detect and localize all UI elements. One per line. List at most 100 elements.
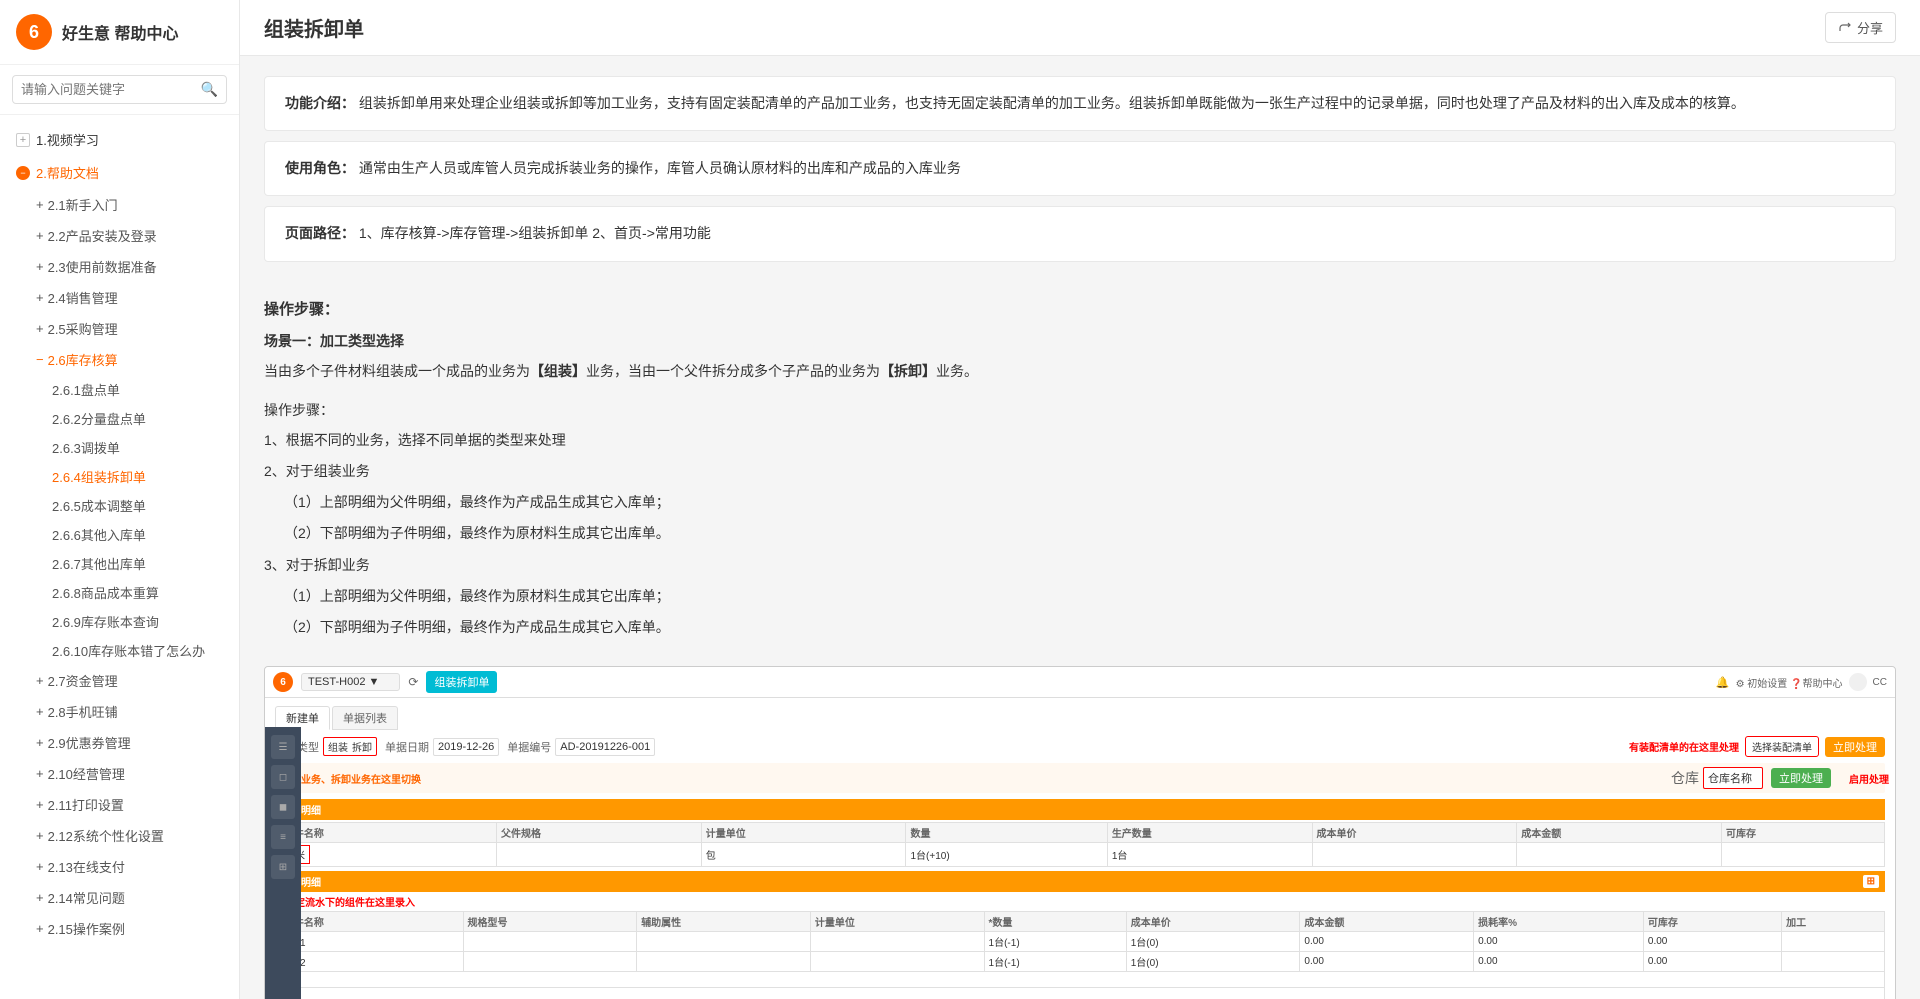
circle-minus-icon: − <box>36 352 44 367</box>
mock-bell-icon: 🔔 <box>1716 676 1730 689</box>
mock-activate-label: 立即处理 <box>1779 773 1823 785</box>
step3-sub1: （1）上部明细为父件明细，最终作为原材料生成其它出库单； <box>284 584 1896 609</box>
mock-td2-attr-2 <box>637 952 811 972</box>
search-box: 🔍 <box>12 75 227 104</box>
sidebar-item-inventory[interactable]: − 2.6库存核算 <box>36 344 239 375</box>
path-label: 页面路径： <box>285 225 355 241</box>
mock-th2-loss: 损耗率% <box>1474 912 1644 932</box>
mock-td2-name-1: 物料1 <box>276 932 464 952</box>
mock-tabs: 新建单 单据列表 <box>275 706 1885 730</box>
plus-icon: + <box>36 704 44 719</box>
mock-empty-row-4 <box>276 988 1885 999</box>
sidebar-item-sales[interactable]: + 2.4销售管理 <box>36 282 239 313</box>
sidebar-item-data-prep[interactable]: + 2.3使用前数据准备 <box>36 251 239 282</box>
mock-th2-spec: 规格型号 <box>463 912 637 932</box>
plus-icon: + <box>36 921 44 936</box>
nav-section-docs: − 2.帮助文档 + 2.1新手入门 + 2.2产品安装及登录 + 2.3使用前… <box>0 156 239 944</box>
mock-table1-header: 父件明细 <box>275 799 1885 820</box>
plus-icon: + <box>36 259 44 274</box>
sidebar-item-purchase[interactable]: + 2.5采购管理 <box>36 313 239 344</box>
mock-warehouse-label: 仓库 <box>1671 768 1699 788</box>
mock-type-opt1[interactable]: 组装 <box>328 739 348 754</box>
sidebar-item-inv-264[interactable]: 2.6.4组装拆卸单 <box>52 462 239 491</box>
mock-bom-area: 有装配清单的在这里处理 选择装配清单 立即处理 <box>663 736 1885 757</box>
path-block: 页面路径： 1、库存核算->库存管理->组装拆卸单 2、首页->常用功能 <box>264 206 1896 261</box>
mock-td2-cprice-1: 1台(0) <box>1126 932 1300 952</box>
mock-module-label: 组装拆卸单 <box>434 677 489 689</box>
mock-table2-header: 子件明细 ⊞ <box>275 871 1885 892</box>
mock-activate-btn[interactable]: 立即处理 <box>1771 768 1831 788</box>
sidebar-item-print[interactable]: + 2.11打印设置 <box>36 789 239 820</box>
share-button[interactable]: 分享 <box>1825 12 1896 43</box>
mock-table2-body: 物料1 1台(-1) 1台(0) 0.00 0.00 0.00 <box>276 932 1885 999</box>
mock-th-stock: 可库存 <box>1721 823 1884 843</box>
search-icon[interactable]: 🔍 <box>201 81 218 98</box>
plus-icon: + <box>36 859 44 874</box>
sidebar-item-mobile[interactable]: + 2.8手机旺铺 <box>36 696 239 727</box>
mock-type-opt2[interactable]: 拆卸 <box>352 739 372 754</box>
table-row: 物料2 1台(-1) 1台(0) 0.00 0.00 0.00 <box>276 952 1885 972</box>
mock-table2: *子件名称 规格型号 辅助属性 计量单位 *数量 成本单价 成本金额 损耗率% … <box>275 911 1885 999</box>
plus-icon: + <box>36 228 44 243</box>
plus-icon: + <box>36 797 44 812</box>
scenario1-title: 场景一：加工类型选择 <box>264 331 1896 351</box>
circle-minus-icon: − <box>16 166 30 180</box>
mock-td2-stock-2: 0.00 <box>1643 952 1781 972</box>
sidebar-item-newbie[interactable]: + 2.1新手入门 <box>36 189 239 220</box>
sidebar-item-inv-267[interactable]: 2.6.7其他出库单 <box>52 549 239 578</box>
sidebar-item-operation[interactable]: + 2.10经营管理 <box>36 758 239 789</box>
mock-table2-header-row: *子件名称 规格型号 辅助属性 计量单位 *数量 成本单价 成本金额 损耗率% … <box>276 912 1885 932</box>
sidebar-item-inv-2610[interactable]: 2.6.10库存账本错了怎么办 <box>52 636 239 665</box>
mock-company-select[interactable]: TEST-H002 ▼ <box>301 673 400 691</box>
main-area: 组装拆卸单 分享 功能介绍： 组装拆卸单用来处理企业组装或拆卸等加工业务，支持有… <box>240 0 1920 999</box>
sidebar-item-finance[interactable]: + 2.7资金管理 <box>36 665 239 696</box>
mock-th2-cost-price: 成本单价 <box>1126 912 1300 932</box>
nav-sub-docs: + 2.1新手入门 + 2.2产品安装及登录 + 2.3使用前数据准备 + 2.… <box>0 189 239 944</box>
sidebar-item-coupon[interactable]: + 2.9优惠券管理 <box>36 727 239 758</box>
step3: 3、对于拆卸业务 <box>264 553 1896 578</box>
step2-sub2: （2）下部明细为子件明细，最终作为原材料生成其它出库单。 <box>284 521 1896 546</box>
mock-bom-btn[interactable]: 选择装配清单 <box>1745 736 1819 757</box>
sidebar-item-payment[interactable]: + 2.13在线支付 <box>36 851 239 882</box>
mock-warehouse-value: 仓库名称 <box>1708 773 1752 785</box>
sidebar-item-docs[interactable]: − 2.帮助文档 <box>0 156 239 189</box>
mock-confirm-btn[interactable]: 立即处理 <box>1825 737 1885 757</box>
sidebar-item-inv-266[interactable]: 2.6.6其他入库单 <box>52 520 239 549</box>
mock-table1-head: *父件名称 父件规格 计量单位 数量 生产数量 成本单价 成本金额 可库存 <box>276 823 1885 843</box>
mock-tab-list[interactable]: 单据列表 <box>332 706 398 730</box>
sidebar-item-video[interactable]: + 1.视频学习 <box>0 123 239 156</box>
mock-username: CC <box>1873 677 1887 688</box>
sidebar-item-inv-261[interactable]: 2.6.1盘点单 <box>52 375 239 404</box>
sidebar-item-inv-262[interactable]: 2.6.2分量盘点单 <box>52 404 239 433</box>
sidebar-item-cases[interactable]: + 2.15操作案例 <box>36 913 239 944</box>
sidebar-item-inv-265[interactable]: 2.6.5成本调整单 <box>52 491 239 520</box>
role-block: 使用角色： 通常由生产人员或库管人员完成拆装业务的操作，库管人员确认原材料的出库… <box>264 141 1896 196</box>
mock-form-row1: 加工类型 组装 拆卸 单据日期 2019-12-26 <box>275 736 1885 757</box>
mock-sidebar-icon-3: ◼ <box>271 795 295 819</box>
sidebar-item-faq[interactable]: + 2.14常见问题 <box>36 882 239 913</box>
sidebar-item-install[interactable]: + 2.2产品安装及登录 <box>36 220 239 251</box>
search-input[interactable] <box>21 82 201 97</box>
mock-td2-name-2: 物料2 <box>276 952 464 972</box>
mock-warehouse-input[interactable]: 仓库名称 <box>1703 767 1763 789</box>
mock-expand-icon[interactable]: ⊞ <box>1863 875 1879 888</box>
sidebar-item-inv-269[interactable]: 2.6.9库存账本查询 <box>52 607 239 636</box>
mock-td2-spec-2 <box>463 952 637 972</box>
mock-date-value: 2019-12-26 <box>438 741 494 753</box>
sidebar-item-system[interactable]: + 2.12系统个性化设置 <box>36 820 239 851</box>
feature-intro-text: 组装拆卸单用来处理企业组装或拆卸等加工业务，支持有固定装配清单的产品加工业务，也… <box>359 95 1745 111</box>
mock-biznum-input[interactable]: AD-20191226-001 <box>555 738 655 756</box>
mock-td2-loss-2: 0.00 <box>1474 952 1644 972</box>
mock-sidebar-icon-1: ☰ <box>271 735 295 759</box>
mock-td2-spec-1 <box>463 932 637 952</box>
content-area: 功能介绍： 组装拆卸单用来处理企业组装或拆卸等加工业务，支持有固定装配清单的产品… <box>240 56 1920 999</box>
table-row <box>276 988 1885 999</box>
page-title: 组装拆卸单 <box>264 13 364 42</box>
path-text: 1、库存核算->库存管理->组装拆卸单 2、首页->常用功能 <box>359 225 711 241</box>
mock-td-parent-spec <box>497 843 702 867</box>
app-name: 好生意 帮助中心 <box>62 20 178 44</box>
mock-date-input[interactable]: 2019-12-26 <box>433 738 499 756</box>
sidebar-item-inv-268[interactable]: 2.6.8商品成本重算 <box>52 578 239 607</box>
mock-module-btn[interactable]: 组装拆卸单 <box>426 671 497 693</box>
sidebar-item-inv-263[interactable]: 2.6.3调拨单 <box>52 433 239 462</box>
